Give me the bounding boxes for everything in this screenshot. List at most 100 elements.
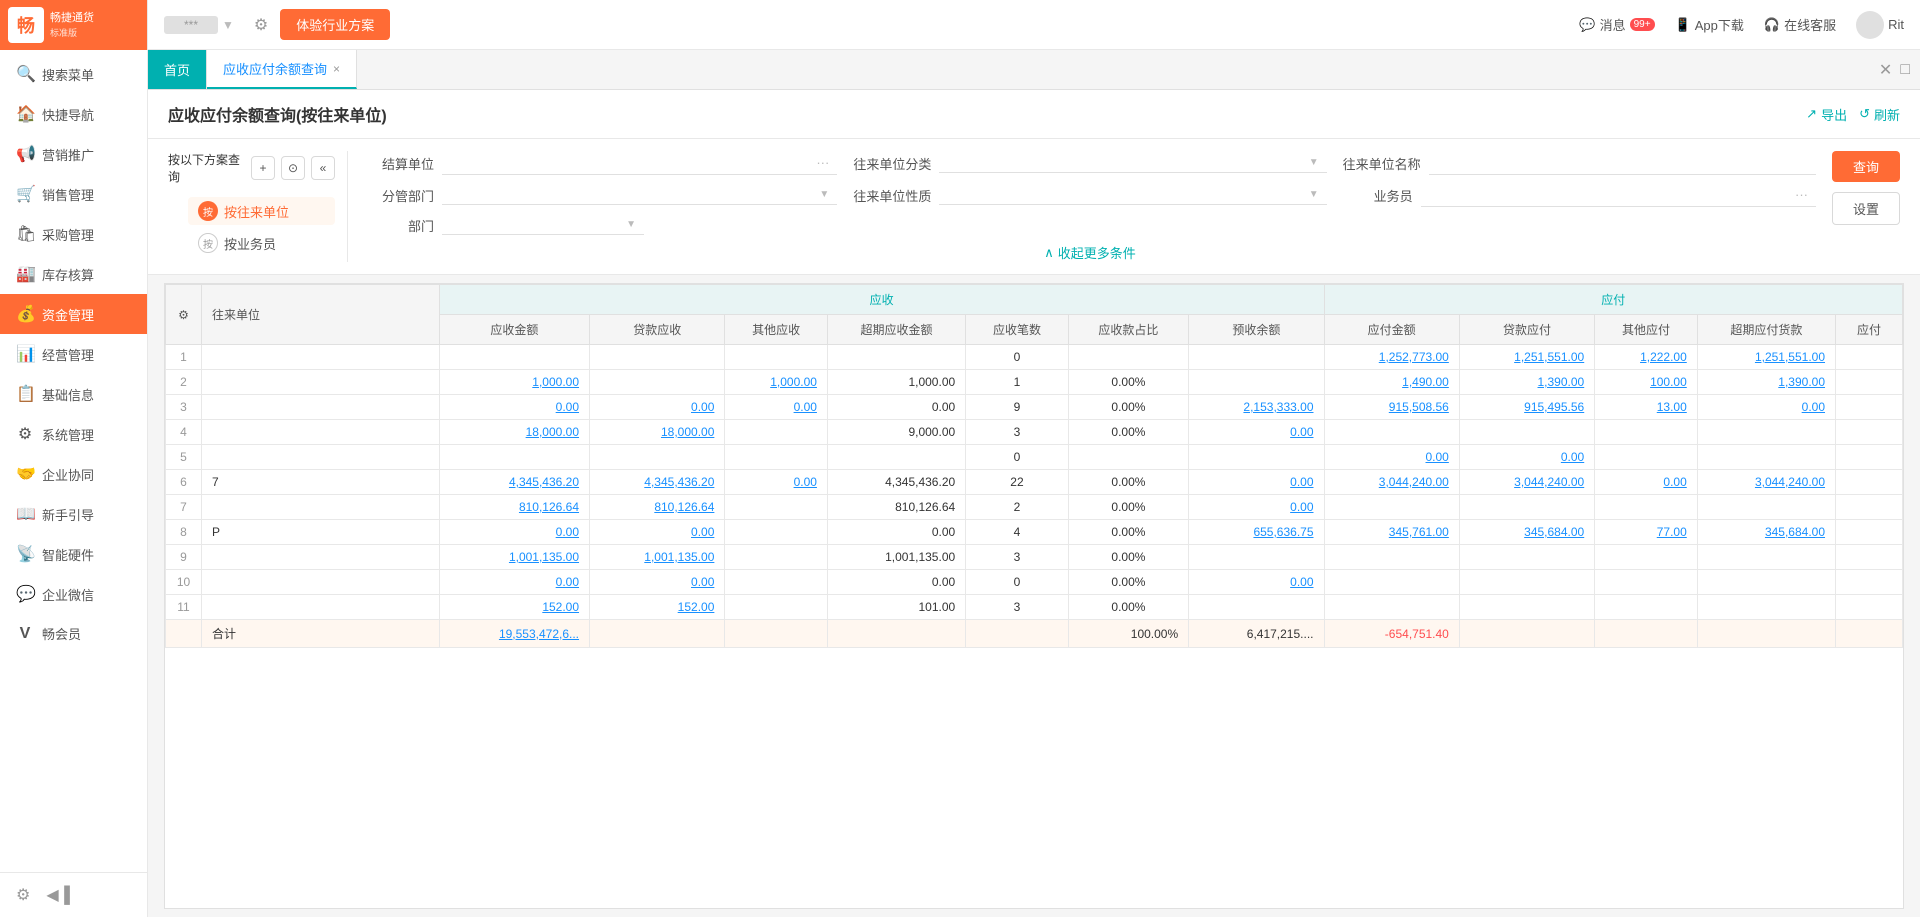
sidebar-item-label: 采购管理 <box>42 225 94 244</box>
table-row: 30.000.000.000.0090.00%2,153,333.00915,5… <box>166 395 1903 420</box>
sidebar-item-system[interactable]: ⚙ 系统管理 <box>0 414 147 454</box>
home-icon: 🏠 <box>16 104 34 124</box>
sidebar-item-label: 经营管理 <box>42 345 94 364</box>
filter-row-2: 分管部门 ▼ 往来单位性质 ▼ <box>364 183 1816 207</box>
customer-service-button[interactable]: 🎧 在线客服 <box>1764 15 1836 34</box>
close-window-icon[interactable]: ✕ <box>1879 60 1892 80</box>
refresh-button[interactable]: ↺ 刷新 <box>1859 105 1900 124</box>
page-header-actions: ↗ 导出 ↺ 刷新 <box>1806 105 1900 124</box>
wechat-icon: 💬 <box>16 584 34 604</box>
enterprise-icon: 🤝 <box>16 464 34 484</box>
table-row: 7810,126.64810,126.64810,126.6420.00%0.0… <box>166 495 1903 520</box>
filter-collapse-button[interactable]: ∧ 收起更多条件 <box>364 243 1816 262</box>
app-download-button[interactable]: 📱 App下载 <box>1675 15 1744 34</box>
table-row: 100.000.000.0000.00%0.00 <box>166 570 1903 595</box>
filter-by-salesperson[interactable]: 按 按业务员 <box>188 229 335 257</box>
tab-receivables[interactable]: 应收应付余额查询 × <box>207 50 357 89</box>
breadcrumb-arrow: ▼ <box>222 18 234 32</box>
table-row: 674,345,436.204,345,436.200.004,345,436.… <box>166 470 1903 495</box>
promo-button[interactable]: 体验行业方案 <box>280 9 390 40</box>
th-overdue-ysr: 超期应收金额 <box>827 315 965 345</box>
th-ysr-amount: 应收金额 <box>439 315 589 345</box>
collapse-filter-button[interactable]: « <box>311 156 335 180</box>
table-row: 21,000.001,000.001,000.0010.00%1,490.001… <box>166 370 1903 395</box>
department-arrow: ▼ <box>626 219 636 230</box>
user-menu-button[interactable]: Rit <box>1856 11 1904 39</box>
logo-name: 畅捷通货 <box>50 11 94 26</box>
department-select[interactable]: ▼ <box>442 215 644 235</box>
sidebar-item-enterprise[interactable]: 🤝 企业协同 <box>0 454 147 494</box>
sidebar-logo: 畅 畅捷通货 标准版 <box>0 0 147 50</box>
sidebar-item-operations[interactable]: 📊 经营管理 <box>0 334 147 374</box>
settings-footer-icon[interactable]: ⚙ <box>16 885 30 905</box>
topbar: *** ▼ ⚙ 体验行业方案 💬 消息 99+ 📱 App下载 🎧 在线客服 R… <box>148 0 1920 50</box>
export-label: 导出 <box>1821 105 1847 124</box>
partner-nature-arrow: ▼ <box>1309 189 1319 200</box>
filter-by-salesperson-label: 按业务员 <box>224 234 276 253</box>
notifications-badge: 99+ <box>1630 18 1655 31</box>
table-area: ⚙ 往来单位 应收 应付 应收金额 贷款应收 其他应收 超期应收金额 应收笔数 … <box>164 283 1904 909</box>
settings-button[interactable]: 设置 <box>1832 192 1900 225</box>
salesperson-option-icon: 按 <box>198 233 218 253</box>
partner-name-input[interactable] <box>1429 151 1816 175</box>
partner-nature-select[interactable]: ▼ <box>939 185 1326 205</box>
partner-category-select[interactable]: ▼ <box>939 153 1326 173</box>
partner-name-label: 往来单位名称 <box>1343 154 1421 173</box>
sidebar-item-smarthw[interactable]: 📡 智能硬件 <box>0 534 147 574</box>
edit-filter-button[interactable]: ⊙ <box>281 156 305 180</box>
sidebar-item-search[interactable]: 🔍 搜索菜单 <box>0 54 147 94</box>
main-area: *** ▼ ⚙ 体验行业方案 💬 消息 99+ 📱 App下载 🎧 在线客服 R… <box>148 0 1920 917</box>
basicinfo-icon: 📋 <box>16 384 34 404</box>
jiesuan-input[interactable]: ··· <box>442 151 837 175</box>
filter-header-label: 按以下方案查询 <box>168 151 243 185</box>
total-overdue-yf <box>1697 620 1835 648</box>
sidebar-item-purchase[interactable]: 🛍 采购管理 <box>0 214 147 254</box>
export-button[interactable]: ↗ 导出 <box>1806 105 1847 124</box>
gear-th[interactable]: ⚙ <box>166 285 202 345</box>
sidebar-item-basicinfo[interactable]: 📋 基础信息 <box>0 374 147 414</box>
system-icon: ⚙ <box>16 424 34 444</box>
th-pre-balance: 预收余额 <box>1189 315 1324 345</box>
tab-home[interactable]: 首页 <box>148 50 207 89</box>
salesperson-input[interactable]: ··· <box>1421 183 1816 207</box>
sidebar-item-quicknav[interactable]: 🏠 快捷导航 <box>0 94 147 134</box>
filter-partner-name: 往来单位名称 <box>1343 151 1816 175</box>
sidebar: 畅 畅捷通货 标准版 🔍 搜索菜单 🏠 快捷导航 📢 营销推广 🛒 销售管理 🛍… <box>0 0 148 917</box>
refresh-icon: ↺ <box>1859 106 1870 122</box>
total-overdue-ysr <box>827 620 965 648</box>
tabs-actions: ✕ □ <box>1869 50 1920 89</box>
finance-icon: 💰 <box>16 304 34 324</box>
gear-button[interactable]: ⚙ <box>254 15 268 35</box>
notifications-label: 消息 <box>1600 15 1626 34</box>
sidebar-item-label: 库存核算 <box>42 265 94 284</box>
search-menu-icon: 🔍 <box>16 64 34 84</box>
filter-by-partner[interactable]: 按 按往来单位 <box>188 197 335 225</box>
sidebar-item-sales[interactable]: 🛒 销售管理 <box>0 174 147 214</box>
partner-nature-label: 往来单位性质 <box>853 186 931 205</box>
query-button[interactable]: 查询 <box>1832 151 1900 182</box>
topbar-right: 💬 消息 99+ 📱 App下载 🎧 在线客服 Rit <box>1579 11 1904 39</box>
sidebar-item-marketing[interactable]: 📢 营销推广 <box>0 134 147 174</box>
sidebar-item-member[interactable]: V 畅会员 <box>0 614 147 653</box>
notifications-button[interactable]: 💬 消息 99+ <box>1579 15 1654 34</box>
sidebar-item-finance[interactable]: 💰 资金管理 <box>0 294 147 334</box>
division-dept-select[interactable]: ▼ <box>442 185 837 205</box>
customer-service-label: 在线客服 <box>1784 15 1836 34</box>
sidebar-item-label: 搜索菜单 <box>42 65 94 84</box>
filter-partner-nature: 往来单位性质 ▼ <box>853 185 1326 205</box>
add-filter-button[interactable]: + <box>251 156 275 180</box>
th-yf-other: 其他应付 <box>1595 315 1698 345</box>
th-ysr-loan: 贷款应收 <box>590 315 725 345</box>
sidebar-item-inventory[interactable]: 🏭 库存核算 <box>0 254 147 294</box>
sidebar-item-guide[interactable]: 📖 新手引导 <box>0 494 147 534</box>
total-pre-balance: 6,417,215.... <box>1189 620 1324 648</box>
division-dept-arrow: ▼ <box>819 189 829 200</box>
collapse-label: 收起更多条件 <box>1058 243 1136 262</box>
sidebar-item-wechat[interactable]: 💬 企业微信 <box>0 574 147 614</box>
maximize-icon[interactable]: □ <box>1900 61 1910 79</box>
th-yf-loan: 贷款应付 <box>1459 315 1594 345</box>
collapse-sidebar-icon[interactable]: ◀▐ <box>46 885 70 905</box>
yingfu-group-th: 应付 <box>1324 285 1903 315</box>
tab-close-icon[interactable]: × <box>333 62 340 76</box>
inventory-icon: 🏭 <box>16 264 34 284</box>
